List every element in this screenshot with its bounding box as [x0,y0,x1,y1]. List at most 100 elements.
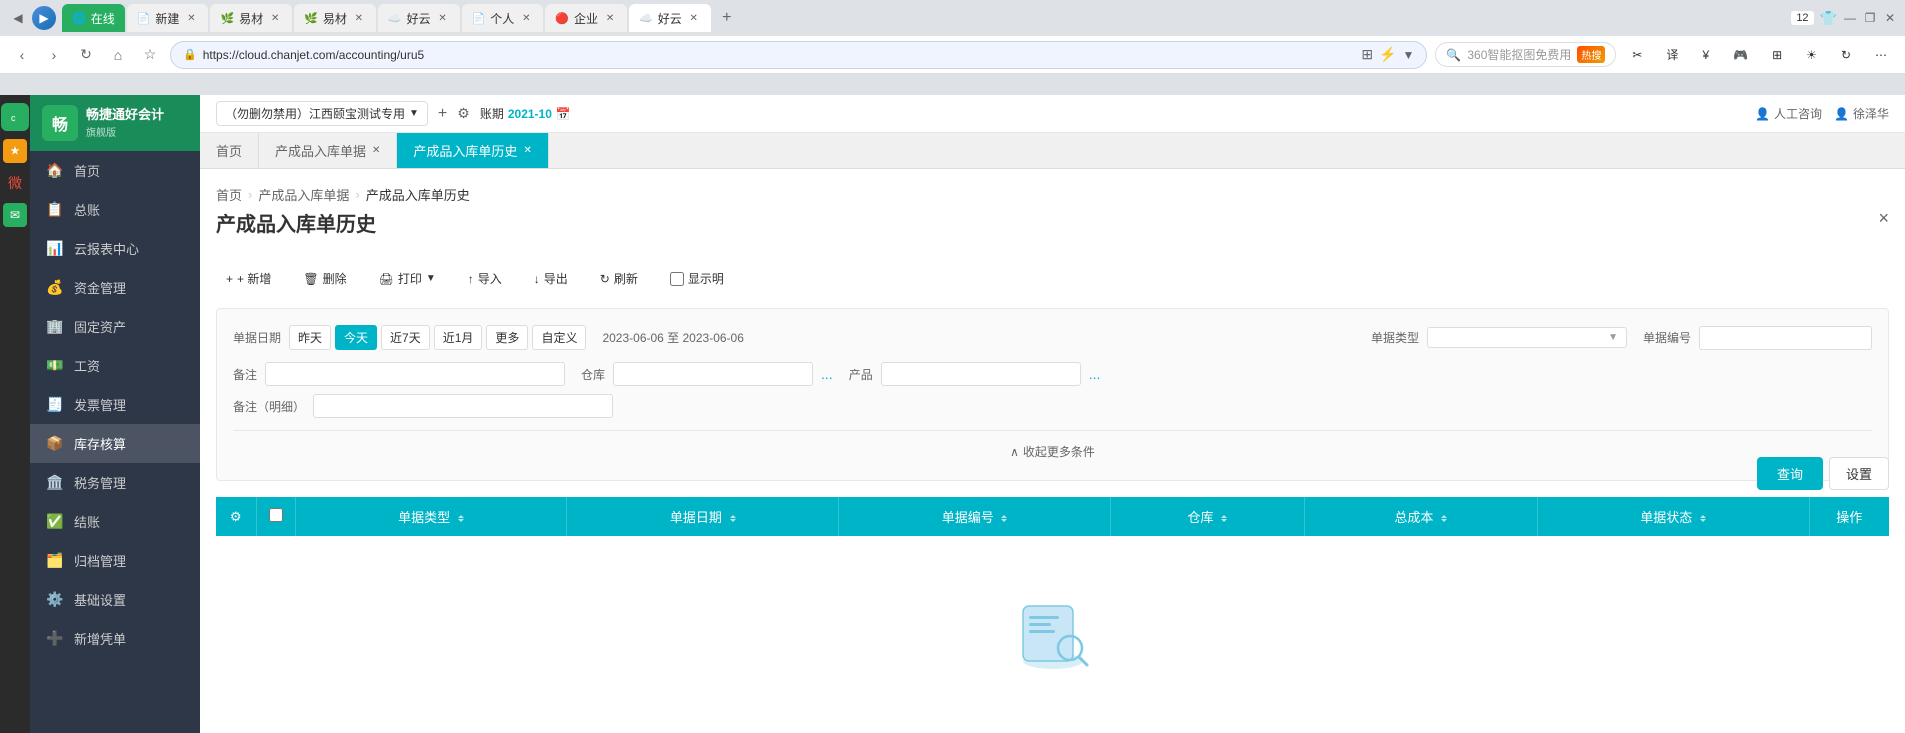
add-org-btn[interactable]: + [438,105,447,123]
sidebar-item-basic[interactable]: ⚙️ 基础设置 [30,580,200,619]
warehouse-filter-input[interactable] [613,362,813,386]
page-tab-close-icon[interactable]: ✕ [372,145,380,156]
tab-close[interactable]: ✕ [184,11,198,25]
tab-close[interactable]: ✕ [268,11,282,25]
th-settings[interactable]: ⚙ [216,497,256,536]
product-more-btn[interactable]: ... [1089,366,1101,382]
tab-close[interactable]: ✕ [687,11,701,25]
game-btn[interactable]: 🎮 [1725,45,1756,65]
select-all-checkbox[interactable] [269,508,283,522]
tab-7[interactable]: 🔴 企业 ✕ [545,4,627,32]
tab-3[interactable]: 🌿 易材 ✕ [210,4,292,32]
search-bar[interactable]: 🔍 360智能抠图免费用 热搜 [1435,42,1616,67]
address-bar-dropdown-icon[interactable]: ▼ [1403,48,1415,62]
print-btn[interactable]: 🖨 打印 ▼ [369,265,446,292]
address-bar-lightning-icon[interactable]: ⚡ [1379,46,1396,63]
tab-close[interactable]: ✕ [603,11,617,25]
import-btn[interactable]: ↑ 导入 [458,265,512,292]
new-btn[interactable]: + + 新增 [216,265,281,292]
user-avatar[interactable]: 👤 徐泽华 [1834,105,1889,122]
scissors-btn[interactable]: ✂ [1624,45,1650,65]
address-bar-apps-icon[interactable]: ⊞ [1361,46,1373,63]
th-checkbox[interactable] [256,497,295,536]
date-btn-custom[interactable]: 自定义 [532,325,586,350]
query-btn[interactable]: 查询 [1757,457,1823,490]
th-warehouse[interactable]: 仓库 [1110,497,1304,536]
sidebar-item-fund[interactable]: 💰 资金管理 [30,268,200,307]
grid-btn[interactable]: ⊞ [1764,45,1790,65]
table-settings-btn[interactable]: 设置 [1829,457,1889,490]
date-btn-today[interactable]: 今天 [335,325,377,350]
user-service-btn[interactable]: 👤 人工咨询 [1755,105,1822,122]
product-filter-input[interactable] [881,362,1081,386]
nav-forward-btn[interactable]: › [42,43,66,67]
panel-close-btn[interactable]: × [1878,208,1889,229]
sidebar-item-cloud-report[interactable]: 📊 云报表中心 [30,229,200,268]
tab-close[interactable]: ✕ [519,11,533,25]
nav-reload-btn[interactable]: ↻ [74,43,98,67]
yuan-btn[interactable]: ¥ [1694,45,1717,65]
number-filter-input[interactable] [1699,326,1872,350]
sidebar-item-tax[interactable]: 🏛️ 税务管理 [30,463,200,502]
th-total-cost[interactable]: 总成本 [1304,497,1537,536]
icon-sidebar-item-1[interactable]: ★ [3,139,27,163]
address-bar[interactable]: 🔒 https://cloud.chanjet.com/accounting/u… [170,41,1427,69]
warehouse-more-btn[interactable]: ... [821,366,833,382]
th-type[interactable]: 单据类型 [295,497,567,536]
nav-bookmark-btn[interactable]: ☆ [138,43,162,67]
sidebar-item-general-ledger[interactable]: 📋 总账 [30,190,200,229]
tab-add[interactable]: + [713,4,741,32]
page-tab-history[interactable]: 产成品入库单历史 ✕ [397,133,548,168]
org-selector[interactable]: （勿删勿禁用）江西颐宝测试专用 ▼ [216,101,428,126]
icon-sidebar-item-3[interactable]: ✉ [3,203,27,227]
note-filter-input[interactable] [265,362,565,386]
sidebar-item-invoice[interactable]: 🧾 发票管理 [30,385,200,424]
tab-zaizai[interactable]: 🌐 在线 [62,4,125,32]
tab-close[interactable]: ✕ [436,11,450,25]
tab-5[interactable]: ☁️ 好云 ✕ [378,4,460,32]
tab-new[interactable]: 📄 新建 ✕ [127,4,209,32]
delete-btn[interactable]: 🗑 删除 [293,265,356,292]
th-number[interactable]: 单据编号 [839,497,1111,536]
tab-6[interactable]: 📄 个人 ✕ [462,4,544,32]
sidebar-item-settle[interactable]: ✅ 结账 [30,502,200,541]
show-detail-btn[interactable]: 显示明 [660,265,734,292]
show-detail-checkbox[interactable] [670,272,684,286]
window-maximize-btn[interactable]: ❐ [1863,11,1877,25]
calendar-icon[interactable]: 📅 [556,107,571,121]
date-btn-7days[interactable]: 近7天 [381,325,430,350]
window-close-btn[interactable]: ✕ [1883,11,1897,25]
page-tab-list[interactable]: 产成品入库单据 ✕ [259,133,397,168]
note-detail-input[interactable] [313,394,613,418]
sidebar-item-archive[interactable]: 🗂️ 归档管理 [30,541,200,580]
sidebar-item-new-entry[interactable]: ➕ 新增凭单 [30,619,200,658]
refresh-btn[interactable]: ↻ [1833,45,1859,65]
date-btn-1month[interactable]: 近1月 [434,325,483,350]
page-tab-home[interactable]: 首页 [200,133,259,168]
export-btn[interactable]: ↓ 导出 [524,265,578,292]
th-date[interactable]: 单据日期 [567,497,839,536]
sidebar-item-salary[interactable]: 💵 工资 [30,346,200,385]
icon-sidebar-logo[interactable]: c [1,103,29,131]
tab-4[interactable]: 🌿 易材 ✕ [294,4,376,32]
type-filter-select[interactable]: ▼ [1427,327,1627,348]
collapse-btn[interactable]: ∧ 收起更多条件 [1002,439,1103,464]
tab-count-badge[interactable]: 12 [1791,11,1813,25]
date-btn-yesterday[interactable]: 昨天 [289,325,331,350]
date-btn-more[interactable]: 更多 [486,325,528,350]
sun-btn[interactable]: ☀ [1798,45,1825,65]
nav-home-btn[interactable]: ⌂ [106,43,130,67]
nav-back-btn[interactable]: ‹ [10,43,34,67]
browser-back-btn[interactable]: ◀ [8,8,28,28]
breadcrumb-home[interactable]: 首页 [216,185,242,204]
th-status[interactable]: 单据状态 [1537,497,1809,536]
page-tab-close-icon[interactable]: ✕ [523,145,531,156]
translate-btn[interactable]: 译 [1658,43,1686,66]
settings-btn[interactable]: ⋯ [1867,45,1895,65]
sidebar-item-home[interactable]: 🏠 首页 [30,151,200,190]
tab-active[interactable]: ☁️ 好云 ✕ [629,4,711,32]
refresh-page-btn[interactable]: ↻ 刷新 [590,265,648,292]
tab-close[interactable]: ✕ [352,11,366,25]
settings-org-btn[interactable]: ⚙ [457,105,470,122]
sidebar-item-fixed-assets[interactable]: 🏢 固定资产 [30,307,200,346]
